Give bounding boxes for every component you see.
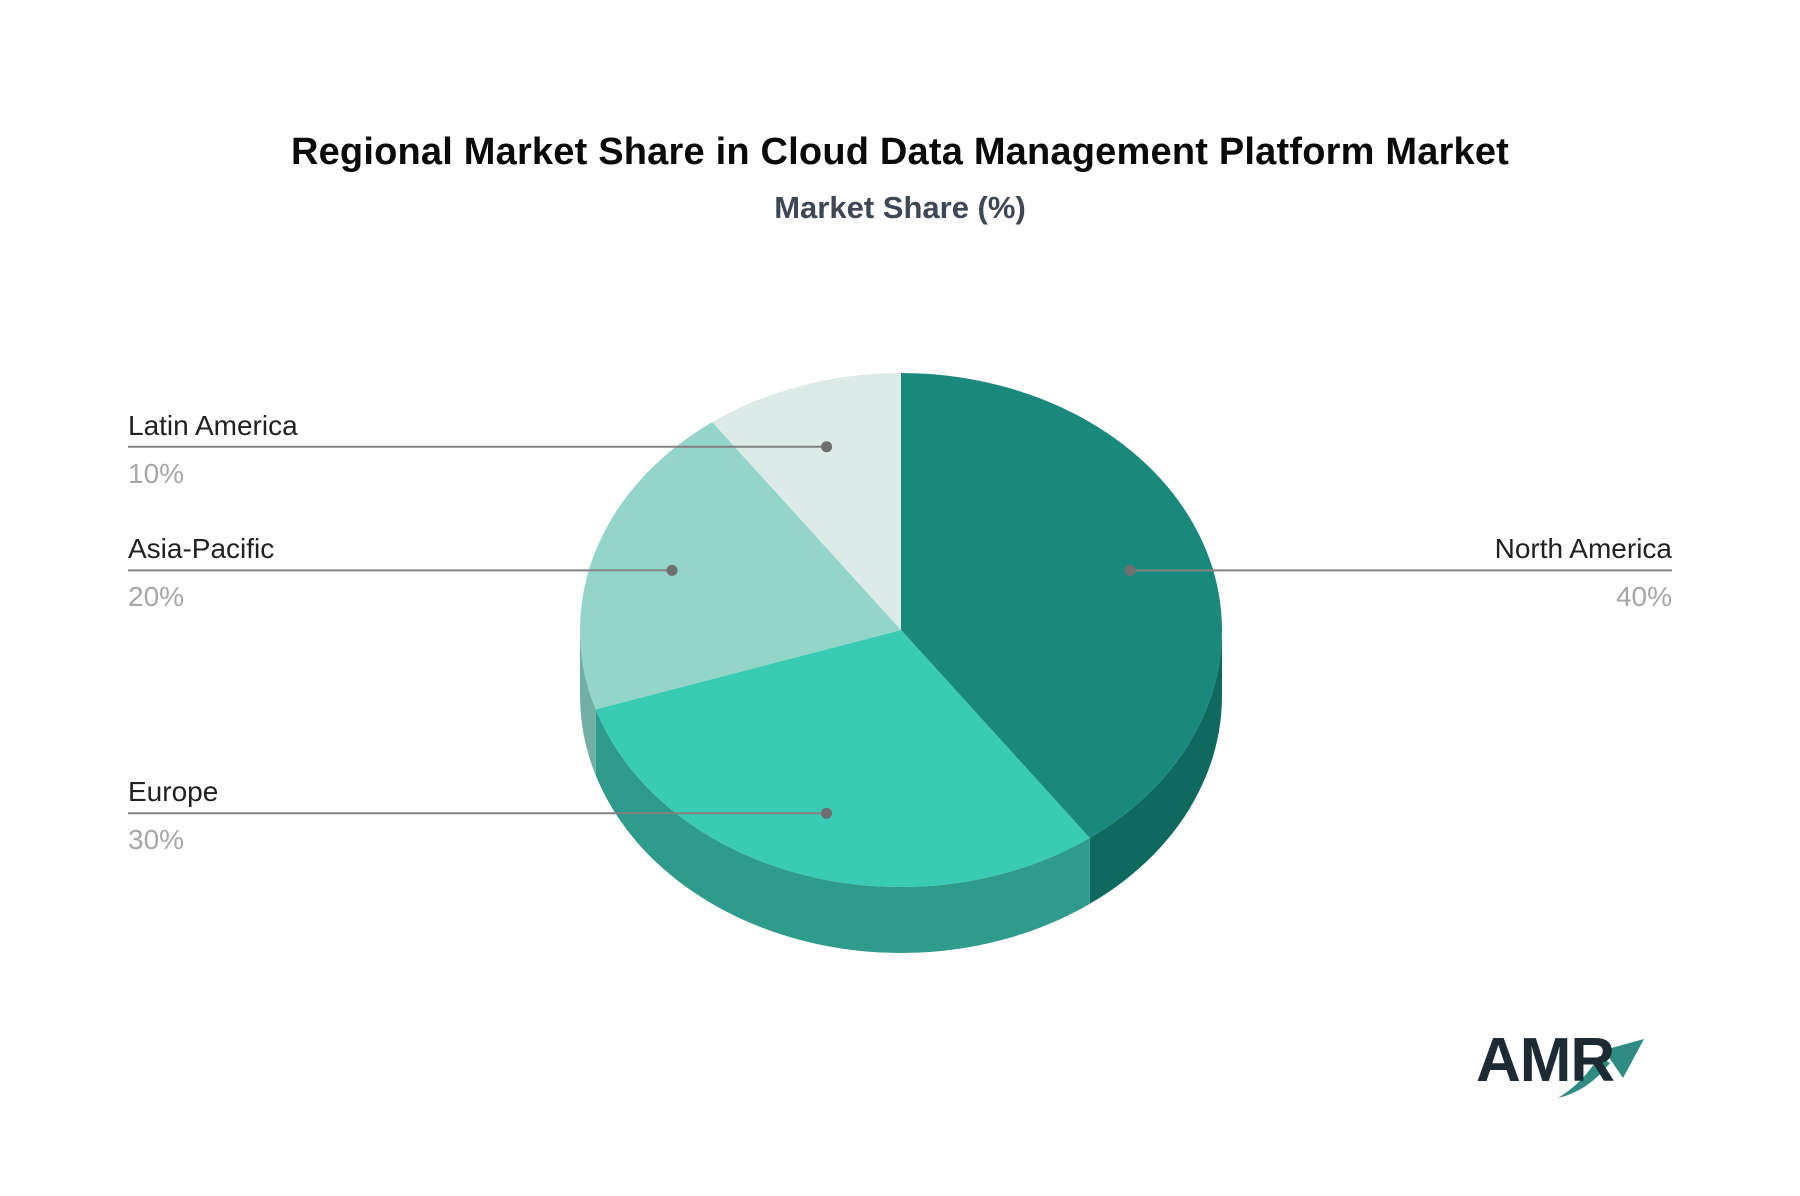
chart-canvas: Regional Market Share in Cloud Data Mana… — [0, 0, 1800, 1196]
callout-percent: 30% — [128, 824, 185, 856]
callout-percent: 40% — [1615, 581, 1672, 613]
callout-label: Europe — [128, 776, 219, 808]
callout-europe: Europe 30% — [128, 777, 218, 855]
callout-latin-america: Latin America 10% — [128, 409, 298, 489]
amr-logo: AMR — [1476, 1030, 1676, 1120]
callout-label: Asia-Pacific — [128, 533, 275, 565]
callout-label: Latin America — [128, 409, 298, 441]
callout-dot-europe — [821, 807, 833, 819]
callout-percent: 20% — [128, 581, 185, 613]
callout-asia-pacific: Asia-Pacific 20% — [128, 534, 274, 612]
logo-text: AMR — [1476, 1026, 1615, 1095]
callout-percent: 10% — [128, 457, 185, 489]
callout-north-america: North America 40% — [1495, 534, 1672, 612]
callout-dot-latin-america — [821, 441, 833, 453]
callout-dot-north-america — [1124, 564, 1136, 576]
callout-dot-asia-pacific — [666, 564, 678, 576]
callout-label: North America — [1494, 533, 1672, 565]
